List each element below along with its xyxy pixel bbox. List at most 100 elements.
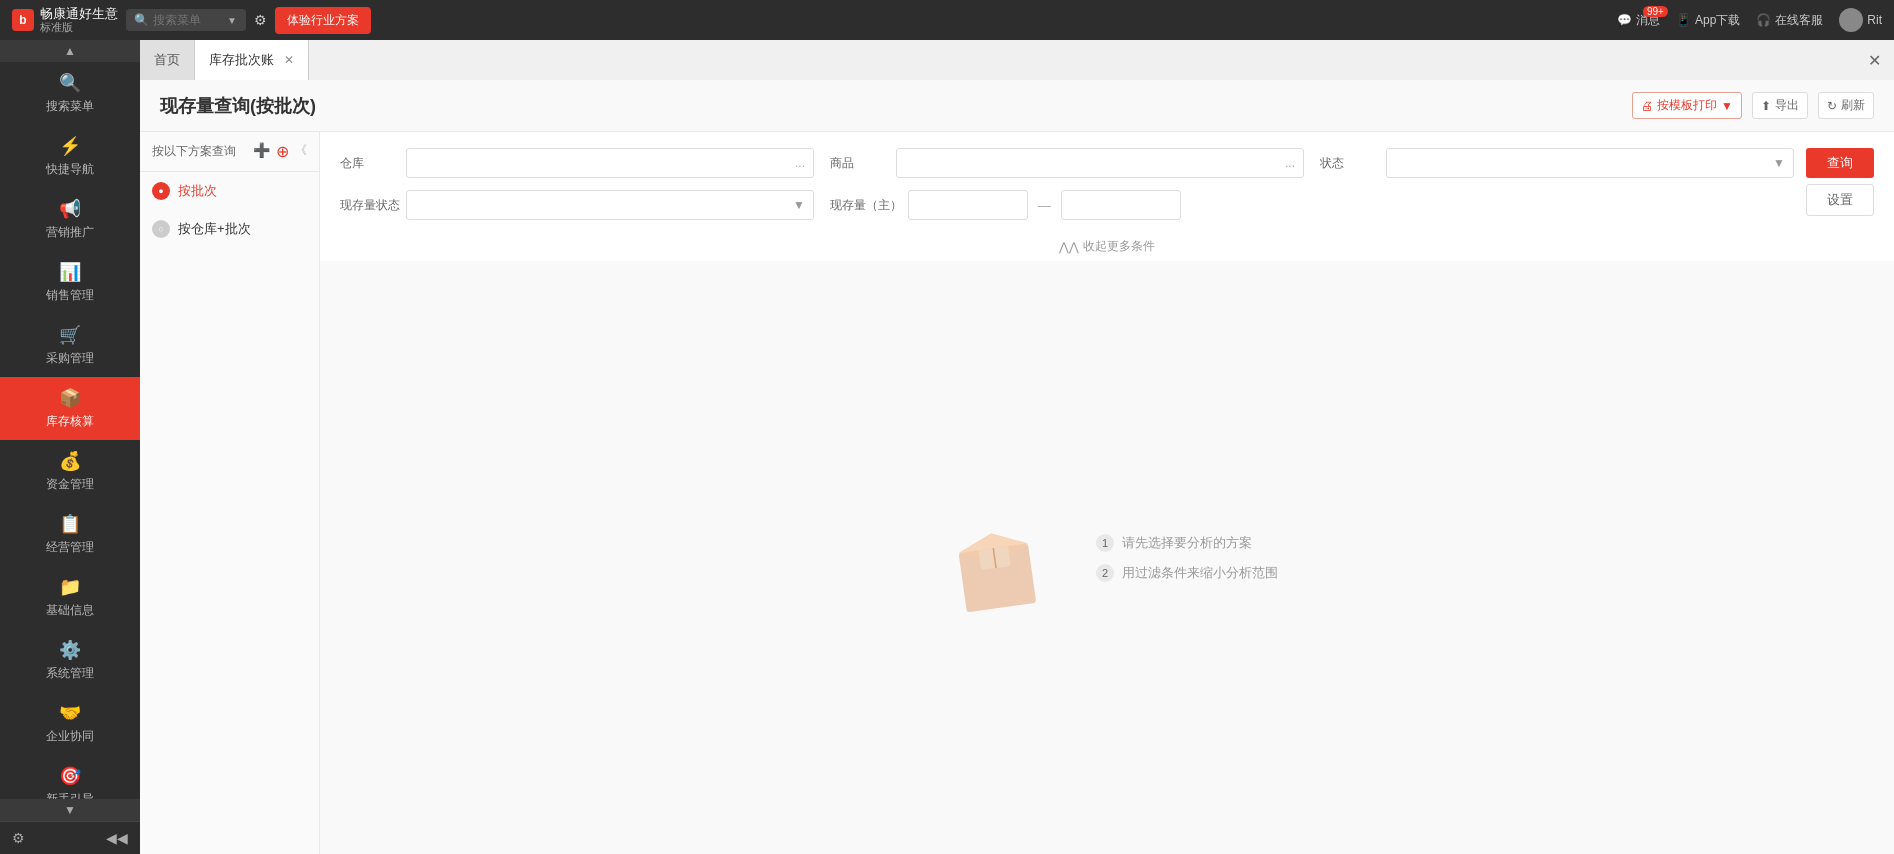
phone-icon: 📱 — [1676, 13, 1691, 27]
sidebar-item-inventory[interactable]: 📦 库存核算 — [0, 377, 140, 440]
avatar — [1839, 8, 1863, 32]
sidebar-item-finance[interactable]: 💰 资金管理 — [0, 440, 140, 503]
sidebar: ▲ 🔍 搜索菜单 ⚡ 快捷导航 📢 营销推广 📊 销售管理 🛒 采购管理 — [0, 40, 140, 854]
filter-goods: 商品 ... — [830, 148, 1304, 178]
sidebar-item-label: 搜索菜单 — [46, 98, 94, 115]
refresh-label: 刷新 — [1841, 97, 1865, 114]
content-area: 首页 库存批次账 ✕ ✕ 现存量查询(按批次) 🖨 按模板打印 ▼ — [140, 40, 1894, 854]
online-service-button[interactable]: 🎧 在线客服 — [1756, 12, 1823, 29]
export-button[interactable]: ⬆ 导出 — [1752, 92, 1808, 119]
plan-inactive-icon: ○ — [152, 220, 170, 238]
status-label: 状态 — [1320, 155, 1380, 172]
hint-number-1: 1 — [1096, 534, 1114, 552]
page-content: 现存量查询(按批次) 🖨 按模板打印 ▼ ⬆ 导出 ↻ 刷新 — [140, 80, 1894, 854]
inventory-icon: 📦 — [59, 387, 81, 409]
messages-button[interactable]: 💬 消息 99+ — [1617, 12, 1660, 29]
sidebar-item-label: 新手引导 — [46, 791, 94, 799]
hint-item-1: 1 请先选择要分析的方案 — [1096, 534, 1278, 552]
right-panel: 仓库 ... 商品 — [320, 132, 1894, 854]
collapse-panel-icon[interactable]: 《 — [295, 142, 307, 161]
messages-badge: 99+ — [1643, 6, 1668, 17]
sidebar-scroll-down[interactable]: ▼ — [0, 799, 140, 821]
hint-item-2: 2 用过滤条件来缩小分析范围 — [1096, 564, 1278, 582]
tab-close-icon[interactable]: ✕ — [284, 53, 294, 67]
top-bar: b 畅康通好生意 标准版 🔍 ▼ ⚙ 体验行业方案 💬 消息 99+ 📱 App… — [0, 0, 1894, 40]
manage-plan-icon[interactable]: ⊕ — [276, 142, 289, 161]
empty-illustration-svg — [936, 498, 1056, 618]
main-body: 按以下方案查询 ➕ ⊕ 《 ● 按批次 ○ 按仓库+批次 — [140, 132, 1894, 854]
app-name: 畅康通好生意 — [40, 6, 118, 22]
search-bar[interactable]: 🔍 ▼ — [126, 9, 246, 31]
sidebar-item-base-info[interactable]: 📁 基础信息 — [0, 566, 140, 629]
username: Rit — [1867, 13, 1882, 27]
guide-icon: 🎯 — [59, 765, 81, 787]
gear-icon[interactable]: ⚙ — [12, 830, 25, 846]
sidebar-item-search[interactable]: 🔍 搜索菜单 — [0, 62, 140, 125]
search-input[interactable] — [153, 13, 223, 27]
app-download-button[interactable]: 📱 App下载 — [1676, 12, 1740, 29]
settings-button[interactable]: 设置 — [1806, 184, 1874, 216]
print-icon: 🖨 — [1641, 99, 1653, 113]
collapse-up-icon: ⋀⋀ — [1059, 240, 1079, 254]
inventory-status-select[interactable]: ▼ — [406, 190, 814, 220]
plan-active-icon: ● — [152, 182, 170, 200]
search-icon: 🔍 — [134, 13, 149, 27]
sidebar-scroll-up[interactable]: ▲ — [0, 40, 140, 62]
sidebar-item-new-guide[interactable]: 🎯 新手引导 — [0, 755, 140, 799]
system-icon: ⚙️ — [59, 639, 81, 661]
more-icon: ... — [795, 156, 805, 170]
sidebar-bottom: ⚙ ◀◀ — [0, 821, 140, 854]
filter-row-2: 现存量状态 ▼ 现存量（主） — [340, 190, 1794, 220]
filter-action-buttons: 查询 设置 — [1794, 148, 1874, 216]
trial-button[interactable]: 体验行业方案 — [275, 7, 371, 34]
left-panel: 按以下方案查询 ➕ ⊕ 《 ● 按批次 ○ 按仓库+批次 — [140, 132, 320, 854]
sidebar-item-system[interactable]: ⚙️ 系统管理 — [0, 629, 140, 692]
refresh-button[interactable]: ↻ 刷新 — [1818, 92, 1874, 119]
sidebar-item-marketing[interactable]: 📢 营销推广 — [0, 188, 140, 251]
qty-from-input[interactable] — [908, 190, 1028, 220]
qty-to-input[interactable] — [1061, 190, 1181, 220]
sidebar-item-collab[interactable]: 🤝 企业协同 — [0, 692, 140, 755]
hint-text-1: 请先选择要分析的方案 — [1122, 534, 1252, 552]
tab-home[interactable]: 首页 — [140, 40, 195, 80]
finance-icon: 💰 — [59, 450, 81, 472]
inventory-status-label: 现存量状态 — [340, 197, 400, 214]
sidebar-item-label: 营销推广 — [46, 224, 94, 241]
print-button[interactable]: 🖨 按模板打印 ▼ — [1632, 92, 1742, 119]
sidebar-item-label: 资金管理 — [46, 476, 94, 493]
empty-hints: 1 请先选择要分析的方案 2 用过滤条件来缩小分析范围 — [1096, 534, 1278, 582]
sidebar-item-label: 系统管理 — [46, 665, 94, 682]
sidebar-item-label: 基础信息 — [46, 602, 94, 619]
main-layout: ▲ 🔍 搜索菜单 ⚡ 快捷导航 📢 营销推广 📊 销售管理 🛒 采购管理 — [0, 40, 1894, 854]
plan-item-label: 按仓库+批次 — [178, 220, 251, 238]
sidebar-item-purchase[interactable]: 🛒 采购管理 — [0, 314, 140, 377]
sidebar-item-operations[interactable]: 📋 经营管理 — [0, 503, 140, 566]
close-tab-button[interactable]: ✕ — [1854, 40, 1894, 80]
base-info-icon: 📁 — [59, 576, 81, 598]
user-profile[interactable]: Rit — [1839, 8, 1882, 32]
sidebar-item-label: 采购管理 — [46, 350, 94, 367]
chevron-down-icon: ▼ — [1773, 156, 1785, 170]
empty-illustration — [936, 498, 1056, 618]
filter-row-1: 仓库 ... 商品 — [340, 148, 1794, 178]
query-button[interactable]: 查询 — [1806, 148, 1874, 178]
sidebar-item-sales[interactable]: 📊 销售管理 — [0, 251, 140, 314]
plan-item-by-batch[interactable]: ● 按批次 — [140, 172, 319, 210]
status-select[interactable]: ▼ — [1386, 148, 1794, 178]
more-icon: ... — [1285, 156, 1295, 170]
operations-icon: 📋 — [59, 513, 81, 535]
warehouse-input[interactable]: ... — [406, 148, 814, 178]
sidebar-scroll: 🔍 搜索菜单 ⚡ 快捷导航 📢 营销推广 📊 销售管理 🛒 采购管理 📦 — [0, 62, 140, 799]
purchase-icon: 🛒 — [59, 324, 81, 346]
filter-warehouse: 仓库 ... — [340, 148, 814, 178]
chevron-down-icon: ▼ — [227, 15, 237, 26]
settings-icon[interactable]: ⚙ — [254, 12, 267, 28]
tab-inventory-batch[interactable]: 库存批次账 ✕ — [195, 40, 309, 80]
add-plan-icon[interactable]: ➕ — [253, 142, 270, 161]
collapse-sidebar-icon[interactable]: ◀◀ — [106, 830, 128, 846]
goods-input[interactable]: ... — [896, 148, 1304, 178]
sidebar-item-quick-nav[interactable]: ⚡ 快捷导航 — [0, 125, 140, 188]
filter-qty: 现存量（主） — — [830, 190, 1304, 220]
plan-item-by-warehouse-batch[interactable]: ○ 按仓库+批次 — [140, 210, 319, 248]
collapse-more-button[interactable]: ⋀⋀ 收起更多条件 — [320, 232, 1894, 261]
